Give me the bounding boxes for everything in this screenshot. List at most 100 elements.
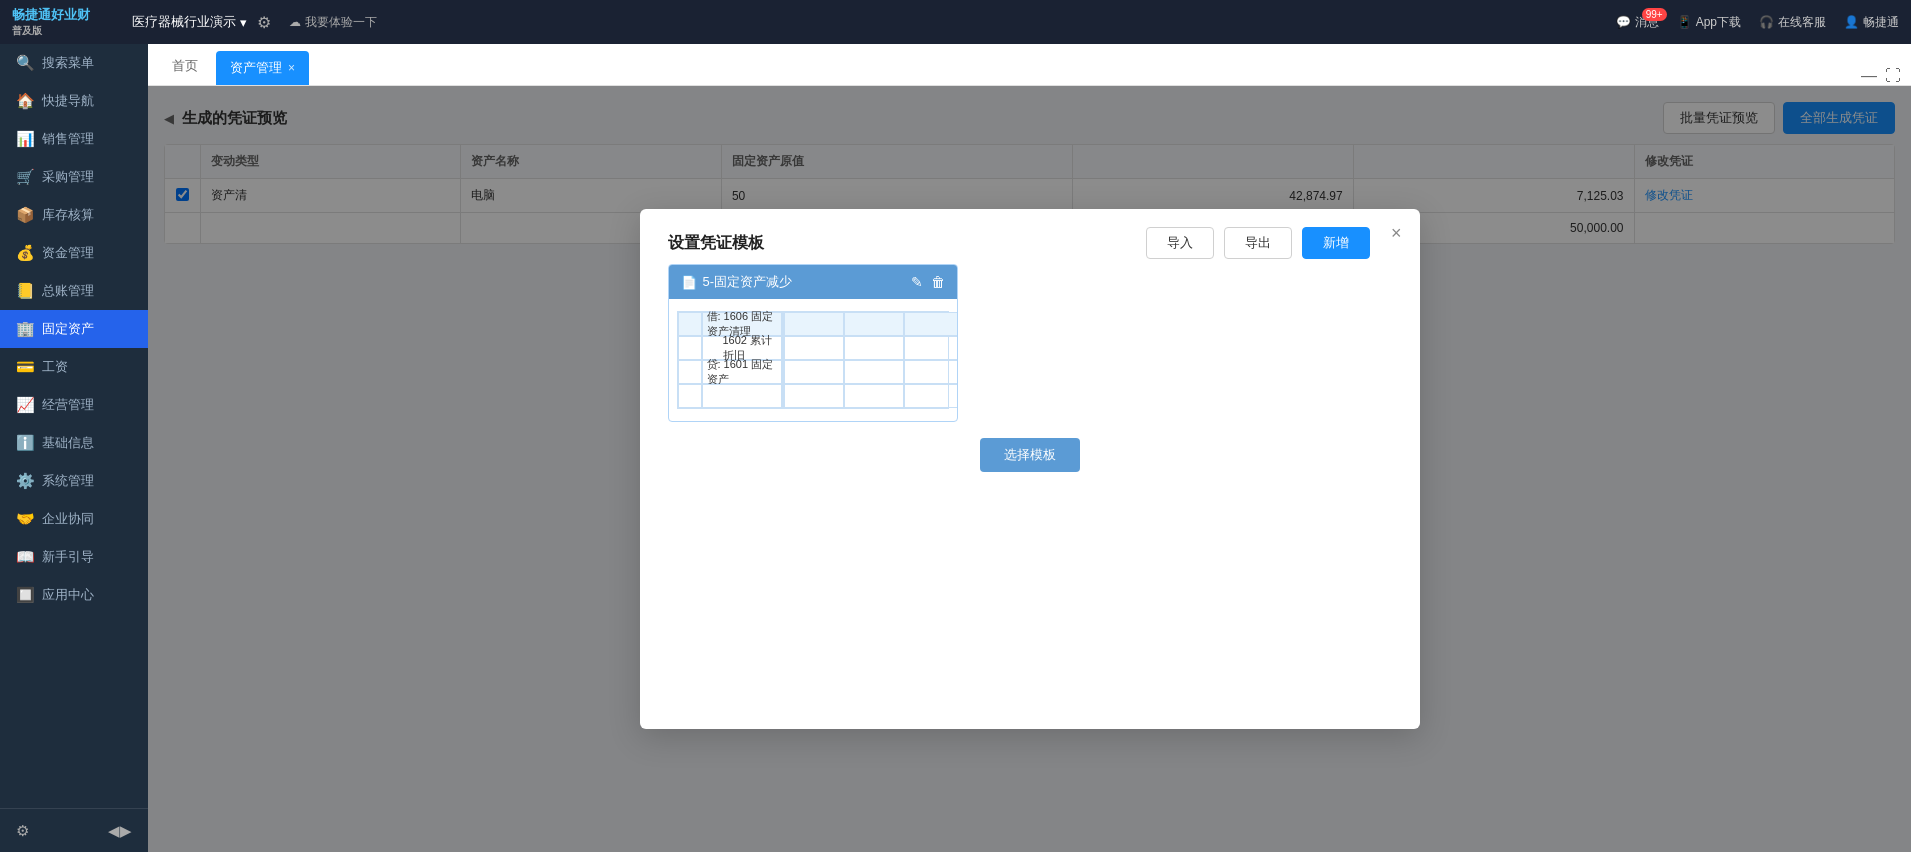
brand-sub: 普及版 xyxy=(12,24,112,37)
sidebar-item-basic-info[interactable]: ℹ️ 基础信息 xyxy=(0,424,148,462)
system-icon: ⚙️ xyxy=(16,472,34,490)
payroll-icon: 💳 xyxy=(16,358,34,376)
grid-header-type xyxy=(678,312,702,336)
grid-col5 xyxy=(844,312,904,336)
template-list: 📄 5-固定资产减少 ✎ 🗑 xyxy=(668,264,1392,422)
template-name: 5-固定资产减少 xyxy=(703,273,793,291)
grid-row4-col6 xyxy=(904,384,958,408)
grid-row2-col1 xyxy=(678,336,702,360)
grid-row3-account: 贷: 1601 固定资产 xyxy=(702,360,782,384)
template-edit-btn[interactable]: ✎ xyxy=(911,274,923,290)
sidebar-item-label: 快捷导航 xyxy=(42,92,94,110)
app-center-icon: 🔲 xyxy=(16,586,34,604)
grid-row4-col4 xyxy=(784,384,844,408)
template-card-title: 📄 5-固定资产减少 xyxy=(681,273,793,291)
sidebar-item-fixed-assets[interactable]: 🏢 固定资产 xyxy=(0,310,148,348)
purchase-icon: 🛒 xyxy=(16,168,34,186)
sidebar-item-enterprise[interactable]: 🤝 企业协同 xyxy=(0,500,148,538)
user-label: 畅捷通 xyxy=(1863,14,1899,31)
ledger-icon: 📒 xyxy=(16,282,34,300)
template-card-header: 📄 5-固定资产减少 ✎ 🗑 xyxy=(669,265,957,299)
template-body: 借: 1606 固定资产清理 1602 累计折旧 xyxy=(669,299,957,421)
settings-bottom-icon[interactable]: ⚙ xyxy=(16,822,29,840)
basic-info-icon: ℹ️ xyxy=(16,434,34,452)
grid-row3-col4 xyxy=(784,360,844,384)
sidebar-item-app-center[interactable]: 🔲 应用中心 xyxy=(0,576,148,614)
content-area: 首页 资产管理 × — ⛶ ◀ 生成的凭证预览 xyxy=(148,44,1911,852)
experience-btn[interactable]: ☁ 我要体验一下 xyxy=(289,14,377,31)
grid-row4-col2 xyxy=(702,384,782,408)
sidebar-scroll: 🔍 搜索菜单 🏠 快捷导航 📊 销售管理 🛒 采购管理 📦 库存核 xyxy=(0,44,148,808)
dropdown-icon: ▾ xyxy=(240,15,247,30)
app-download-label: App下载 xyxy=(1696,14,1741,31)
settings-icon-btn[interactable]: ⚙ xyxy=(257,13,271,32)
home-icon: 🏠 xyxy=(16,92,34,110)
experience-label: 我要体验一下 xyxy=(305,14,377,31)
sidebar-item-payroll[interactable]: 💳 工资 xyxy=(0,348,148,386)
import-btn[interactable]: 导入 xyxy=(1146,227,1214,259)
search-icon: 🔍 xyxy=(16,54,34,72)
sidebar-item-sales[interactable]: 📊 销售管理 xyxy=(0,120,148,158)
sidebar-item-label: 搜索菜单 xyxy=(42,54,94,72)
guide-icon: 📖 xyxy=(16,548,34,566)
sidebar-item-label: 采购管理 xyxy=(42,168,94,186)
maximize-btn[interactable]: ⛶ xyxy=(1885,67,1901,85)
minimize-btn[interactable]: — xyxy=(1861,67,1877,85)
sidebar-item-search[interactable]: 🔍 搜索菜单 xyxy=(0,44,148,82)
sidebar-item-label: 销售管理 xyxy=(42,130,94,148)
sales-icon: 📊 xyxy=(16,130,34,148)
app-download-btn[interactable]: 📱 App下载 xyxy=(1677,14,1741,31)
grid-col6 xyxy=(904,312,958,336)
operations-icon: 📈 xyxy=(16,396,34,414)
top-bar: 畅捷通好业财 普及版 医疗器械行业演示 ▾ ⚙ ☁ 我要体验一下 💬 消息 99… xyxy=(0,0,1911,44)
tab-bar: 首页 资产管理 × — ⛶ xyxy=(148,44,1911,86)
tab-asset-mgmt[interactable]: 资产管理 × xyxy=(216,51,309,85)
tab-asset-mgmt-label: 资产管理 xyxy=(230,59,282,77)
sidebar-item-ledger[interactable]: 📒 总账管理 xyxy=(0,272,148,310)
inventory-icon: 📦 xyxy=(16,206,34,224)
export-btn[interactable]: 导出 xyxy=(1224,227,1292,259)
brand-name: 畅捷通好业财 xyxy=(12,7,112,24)
sidebar-item-label: 库存核算 xyxy=(42,206,94,224)
enterprise-icon: 🤝 xyxy=(16,510,34,528)
grid-row2-col4 xyxy=(784,336,844,360)
tab-home[interactable]: 首页 xyxy=(158,49,212,85)
grid-row2-col5 xyxy=(844,336,904,360)
sidebar-item-label: 经营管理 xyxy=(42,396,94,414)
user-icon: 👤 xyxy=(1844,15,1859,29)
dialog-close-btn[interactable]: × xyxy=(1391,223,1402,244)
company-selector[interactable]: 医疗器械行业演示 ▾ xyxy=(132,13,247,31)
sidebar-item-purchase[interactable]: 🛒 采购管理 xyxy=(0,158,148,196)
select-template-btn[interactable]: 选择模板 xyxy=(980,438,1080,472)
sidebar-item-label: 基础信息 xyxy=(42,434,94,452)
main-area: 🔍 搜索菜单 🏠 快捷导航 📊 销售管理 🛒 采购管理 📦 库存核 xyxy=(0,44,1911,852)
service-icon: 🎧 xyxy=(1759,15,1774,29)
tab-close-icon[interactable]: × xyxy=(288,61,295,75)
sidebar-item-finance[interactable]: 💰 资金管理 xyxy=(0,234,148,272)
grid-row4-col5 xyxy=(844,384,904,408)
app-icon: 📱 xyxy=(1677,15,1692,29)
sidebar-item-operations[interactable]: 📈 经营管理 xyxy=(0,386,148,424)
sidebar-item-inventory[interactable]: 📦 库存核算 xyxy=(0,196,148,234)
sidebar-item-label: 工资 xyxy=(42,358,68,376)
sidebar-bottom: ⚙ ◀▶ xyxy=(0,808,148,852)
cloud-icon: ☁ xyxy=(289,15,301,29)
sidebar-item-label: 固定资产 xyxy=(42,320,94,338)
sidebar-item-label: 总账管理 xyxy=(42,282,94,300)
template-card-actions: ✎ 🗑 xyxy=(911,274,945,290)
sidebar-item-quicknav[interactable]: 🏠 快捷导航 xyxy=(0,82,148,120)
online-service-btn[interactable]: 🎧 在线客服 xyxy=(1759,14,1826,31)
template-doc-icon: 📄 xyxy=(681,275,697,290)
company-name: 医疗器械行业演示 xyxy=(132,13,236,31)
user-menu-btn[interactable]: 👤 畅捷通 xyxy=(1844,14,1899,31)
template-delete-btn[interactable]: 🗑 xyxy=(931,274,945,290)
dialog-overlay: 设置凭证模板 导入 导出 新增 × xyxy=(148,86,1911,852)
sidebar-item-system[interactable]: ⚙️ 系统管理 xyxy=(0,462,148,500)
grid-row4-col1 xyxy=(678,384,702,408)
sidebar-item-guide[interactable]: 📖 新手引导 xyxy=(0,538,148,576)
collapse-icon[interactable]: ◀▶ xyxy=(108,822,132,840)
brand-logo: 畅捷通好业财 普及版 xyxy=(12,7,112,37)
new-btn[interactable]: 新增 xyxy=(1302,227,1370,259)
sidebar: 🔍 搜索菜单 🏠 快捷导航 📊 销售管理 🛒 采购管理 📦 库存核 xyxy=(0,44,148,852)
messages-btn[interactable]: 💬 消息 99+ xyxy=(1616,14,1659,31)
